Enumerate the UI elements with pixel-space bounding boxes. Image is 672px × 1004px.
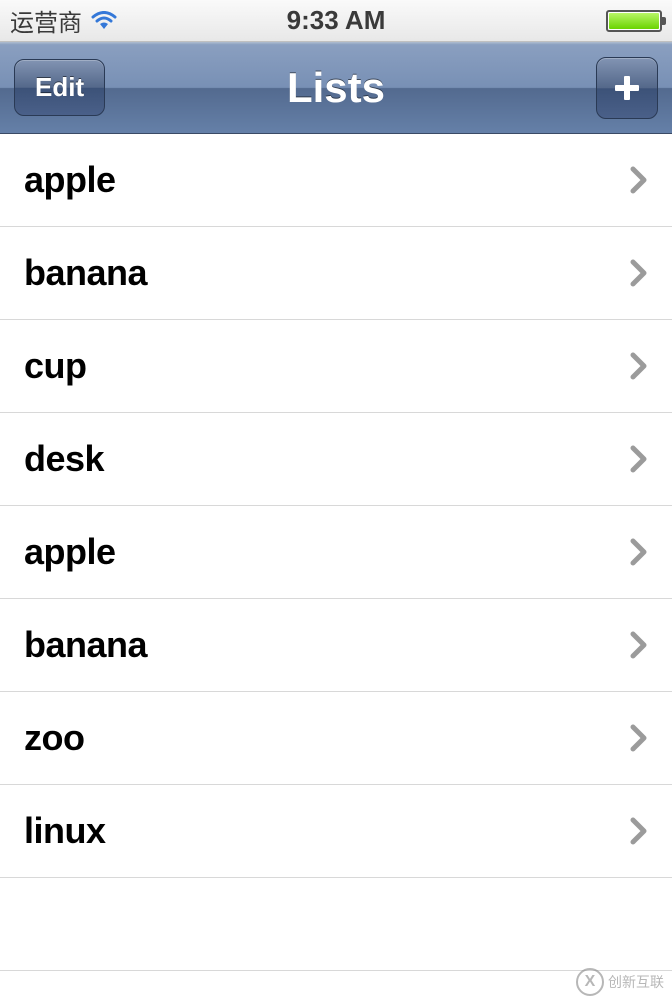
chevron-right-icon <box>630 817 648 845</box>
add-button[interactable] <box>596 57 658 119</box>
list-item[interactable]: cup <box>0 320 672 413</box>
list-item[interactable]: apple <box>0 134 672 227</box>
wifi-icon <box>90 11 118 31</box>
list-item-label: linux <box>24 810 106 852</box>
chevron-right-icon <box>630 724 648 752</box>
edit-button[interactable]: Edit <box>14 59 105 116</box>
status-left: 运营商 <box>10 3 118 38</box>
list-item[interactable]: desk <box>0 413 672 506</box>
watermark-text: 创新互联 <box>608 972 664 992</box>
list-item[interactable]: linux <box>0 785 672 878</box>
list-item-label: banana <box>24 624 147 666</box>
chevron-right-icon <box>630 445 648 473</box>
list-item-label: apple <box>24 159 116 201</box>
list-item[interactable]: zoo <box>0 692 672 785</box>
status-bar: 运营商 9:33 AM <box>0 0 672 42</box>
plus-icon <box>612 73 642 103</box>
table-view: apple banana cup desk apple banana zoo <box>0 134 672 971</box>
chevron-right-icon <box>630 352 648 380</box>
watermark-icon: X <box>576 968 604 996</box>
list-item-label: cup <box>24 345 87 387</box>
battery-fill <box>609 13 659 29</box>
list-item-empty <box>0 878 672 971</box>
list-item[interactable]: apple <box>0 506 672 599</box>
page-title: Lists <box>287 64 385 112</box>
list-item[interactable]: banana <box>0 227 672 320</box>
list-item-label: apple <box>24 531 116 573</box>
list-item[interactable]: banana <box>0 599 672 692</box>
chevron-right-icon <box>630 259 648 287</box>
nav-bar: Edit Lists <box>0 42 672 134</box>
list-item-label: desk <box>24 438 104 480</box>
list-item-label: banana <box>24 252 147 294</box>
battery-icon <box>606 10 662 32</box>
carrier-label: 运营商 <box>10 3 82 38</box>
chevron-right-icon <box>630 538 648 566</box>
chevron-right-icon <box>630 631 648 659</box>
watermark: X 创新互联 <box>576 968 664 996</box>
list-item-label: zoo <box>24 717 84 759</box>
chevron-right-icon <box>630 166 648 194</box>
status-time: 9:33 AM <box>287 5 386 36</box>
